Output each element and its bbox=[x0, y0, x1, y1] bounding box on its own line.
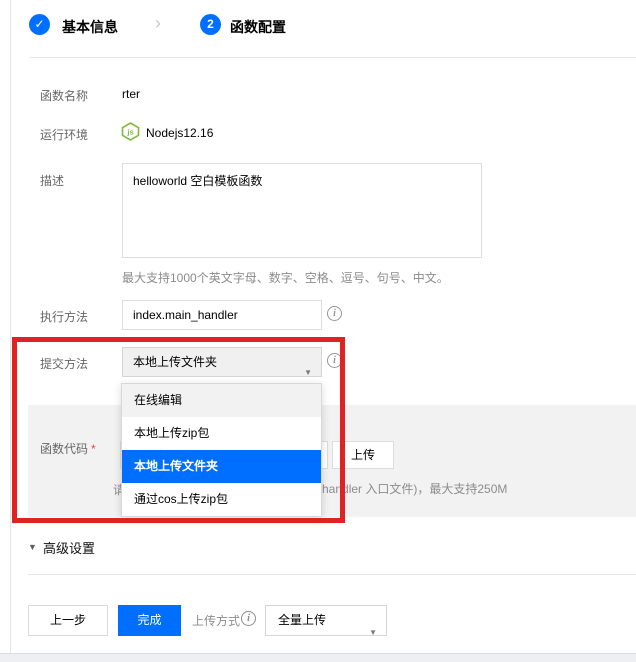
upload-mode-label: 上传方式 bbox=[192, 612, 240, 629]
panel-left-border bbox=[10, 0, 11, 653]
step2-number-badge: 2 bbox=[200, 14, 221, 35]
footer-divider bbox=[28, 574, 636, 575]
stepper-divider bbox=[30, 57, 636, 58]
runtime-value: Nodejs12.16 bbox=[146, 126, 213, 140]
upload-mode-info-icon[interactable]: i bbox=[241, 611, 256, 626]
function-code-label: 函数代码* bbox=[40, 440, 96, 457]
previous-step-button[interactable]: 上一步 bbox=[28, 605, 108, 636]
finish-button[interactable]: 完成 bbox=[118, 605, 181, 636]
submit-method-dropdown-menu: 在线编辑 本地上传zip包 本地上传文件夹 通过cos上传zip包 bbox=[121, 383, 322, 517]
upload-mode-select[interactable]: 全量上传 ▼ bbox=[265, 605, 387, 636]
code-hint-fragment: 请 bbox=[113, 481, 121, 498]
handler-input[interactable] bbox=[122, 300, 322, 330]
submit-method-select[interactable]: 本地上传文件夹 ▼ bbox=[122, 347, 322, 377]
description-label: 描述 bbox=[40, 172, 64, 189]
code-hint-text: handler 入口文件)，最大支持250M bbox=[322, 480, 507, 497]
submit-method-label: 提交方法 bbox=[40, 355, 88, 372]
description-hint: 最大支持1000个英文字母、数字、空格、逗号、句号、中文。 bbox=[122, 269, 449, 286]
function-config-page: ✓ 基本信息 › 2 函数配置 函数名称 rter 运行环境 js Nodejs… bbox=[0, 0, 636, 662]
upload-mode-value: 全量上传 bbox=[278, 613, 326, 627]
dropdown-option-local-zip[interactable]: 本地上传zip包 bbox=[122, 417, 321, 450]
step1-label[interactable]: 基本信息 bbox=[62, 17, 118, 37]
dropdown-option-cos-zip[interactable]: 通过cos上传zip包 bbox=[122, 483, 321, 516]
submit-method-value: 本地上传文件夹 bbox=[133, 355, 217, 369]
submit-method-info-icon[interactable]: i bbox=[327, 353, 342, 368]
function-name-label: 函数名称 bbox=[40, 87, 88, 104]
required-asterisk: * bbox=[91, 442, 96, 456]
dropdown-option-online-edit[interactable]: 在线编辑 bbox=[122, 384, 321, 417]
function-name-value: rter bbox=[122, 87, 140, 101]
chevron-right-icon: › bbox=[155, 14, 161, 32]
handler-label: 执行方法 bbox=[40, 308, 88, 325]
step2-label: 函数配置 bbox=[230, 17, 286, 37]
step1-check-icon[interactable]: ✓ bbox=[29, 14, 50, 35]
description-textarea[interactable]: helloworld 空白模板函数 bbox=[122, 163, 482, 258]
triangle-down-icon: ▼ bbox=[28, 542, 37, 552]
handler-info-icon[interactable]: i bbox=[327, 306, 342, 321]
dropdown-option-local-folder[interactable]: 本地上传文件夹 bbox=[122, 450, 321, 483]
upload-button[interactable]: 上传 bbox=[332, 441, 394, 469]
svg-text:js: js bbox=[126, 128, 133, 137]
page-background-strip bbox=[0, 654, 636, 662]
nodejs-icon: js bbox=[121, 122, 140, 141]
runtime-label: 运行环境 bbox=[40, 126, 88, 143]
advanced-settings-toggle[interactable]: 高级设置 bbox=[43, 538, 95, 557]
caret-down-icon: ▼ bbox=[369, 618, 377, 647]
